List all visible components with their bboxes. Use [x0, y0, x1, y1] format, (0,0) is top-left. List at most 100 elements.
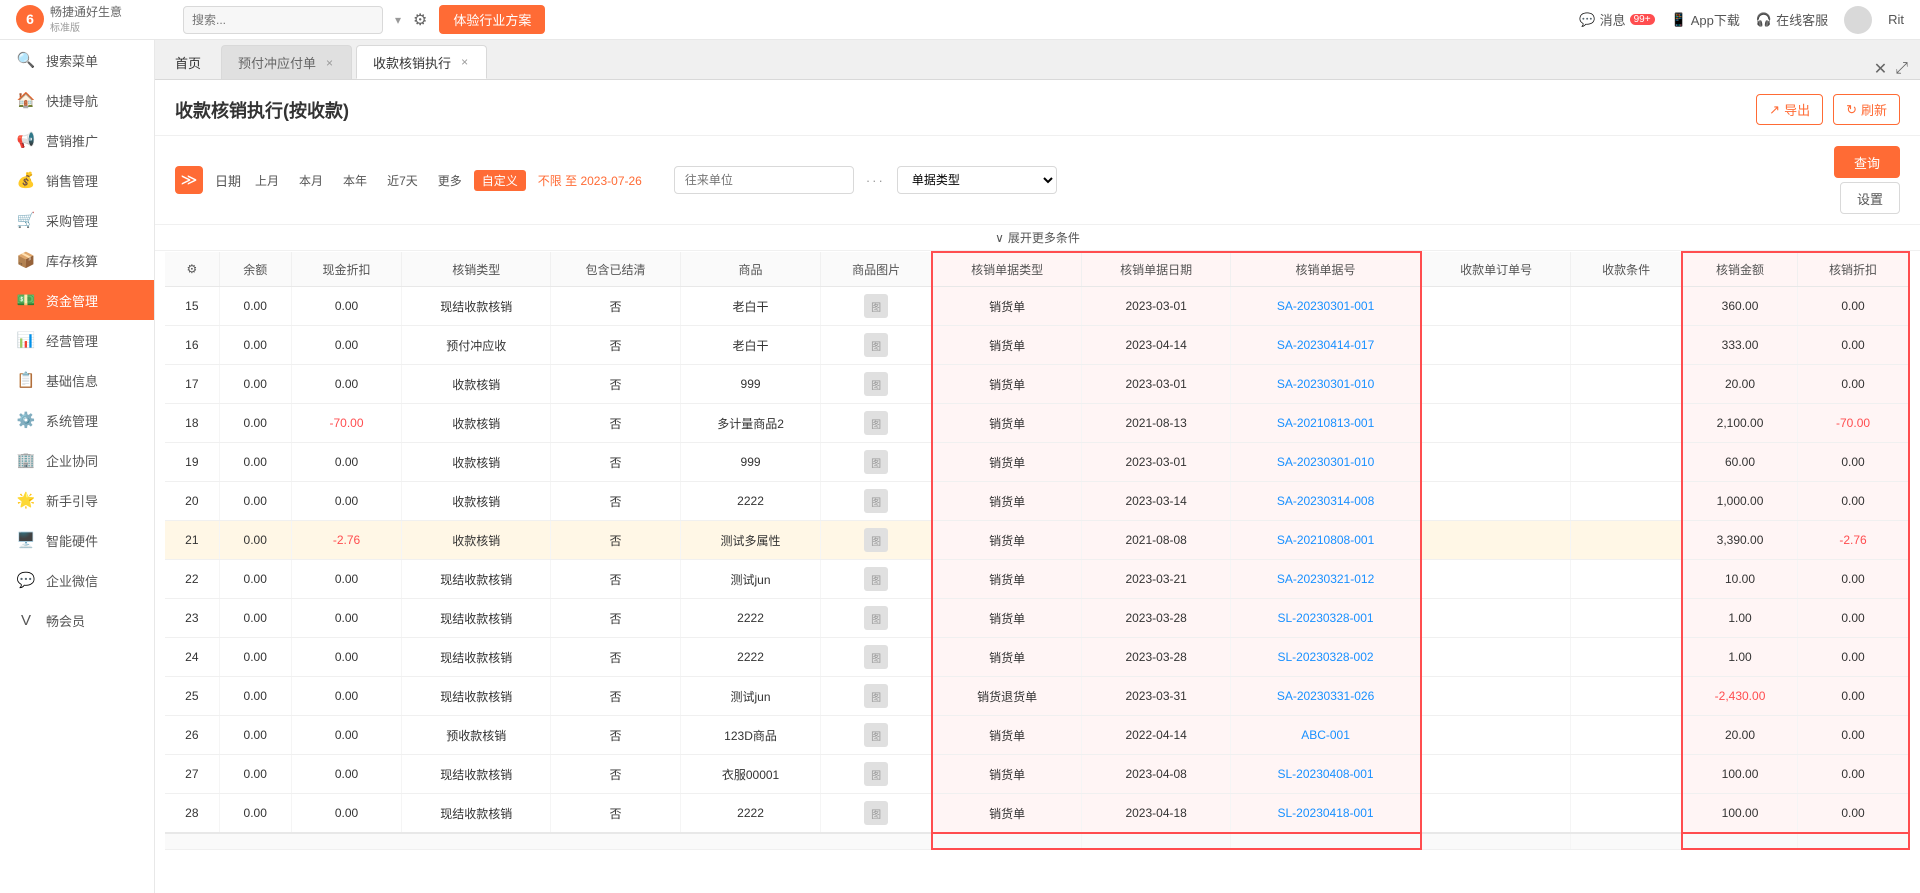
cancel-bill-link[interactable]: SA-20230414-017: [1277, 338, 1374, 352]
query-button[interactable]: 查询: [1834, 146, 1900, 178]
sidebar-item-sales[interactable]: 💰销售管理: [0, 160, 154, 200]
date-tab-7days[interactable]: 近7天: [379, 170, 426, 191]
top-bar: 6 畅捷通好生意 标准版 ▾ ⚙ 体验行业方案 💬 消息 99+ 📱 App下载…: [0, 0, 1920, 40]
table-row: 26 0.00 0.00 预收款核销 否 123D商品 图 销货单 2022-0…: [165, 716, 1909, 755]
sidebar-system-icon: ⚙️: [16, 410, 36, 430]
user-avatar[interactable]: [1844, 6, 1872, 34]
export-button[interactable]: ↗ 导出: [1756, 94, 1823, 125]
sidebar-item-enterprise[interactable]: 🏢企业协同: [0, 440, 154, 480]
sidebar-item-guide[interactable]: 🌟新手引导: [0, 480, 154, 520]
row-cancel-discount: 0.00: [1798, 599, 1909, 638]
online-service-item[interactable]: 🎧 在线客服: [1756, 10, 1828, 29]
sidebar-operations-icon: 📊: [16, 330, 36, 350]
tab-prepay[interactable]: 预付冲应付单 ×: [221, 45, 352, 79]
filter-settings-button[interactable]: 设置: [1840, 182, 1900, 214]
sidebar-item-search[interactable]: 🔍搜索菜单: [0, 40, 154, 80]
table-row: 21 0.00 -2.76 收款核销 否 测试多属性 图 销货单 2021-08…: [165, 521, 1909, 560]
refresh-button[interactable]: ↻ 刷新: [1833, 94, 1900, 125]
row-cancel-type: 现结收款核销: [402, 560, 551, 599]
cancel-bill-link[interactable]: SA-20230301-001: [1277, 299, 1374, 313]
date-tab-more[interactable]: 更多: [430, 170, 470, 191]
table-area[interactable]: ⚙ 余额 现金折扣 核销类型 包含已结清 商品 商品图片 核销单据类型 核销单据…: [155, 251, 1920, 893]
date-tab-this-month[interactable]: 本月: [291, 170, 331, 191]
row-cash-discount: 0.00: [291, 287, 401, 326]
row-cancel-amount: 20.00: [1682, 716, 1798, 755]
sidebar-search-label: 搜索菜单: [46, 51, 98, 70]
row-num: 15: [165, 287, 219, 326]
tab-prepay-close[interactable]: ×: [324, 54, 335, 72]
cancel-bill-link[interactable]: SA-20230301-010: [1277, 377, 1374, 391]
cancel-bill-link[interactable]: SA-20230321-012: [1277, 572, 1374, 586]
sidebar-item-inventory[interactable]: 📦库存核算: [0, 240, 154, 280]
bill-type-select[interactable]: 单据类型: [897, 166, 1057, 194]
sidebar-item-hardware[interactable]: 🖥️智能硬件: [0, 520, 154, 560]
industry-button[interactable]: 体验行业方案: [439, 5, 545, 34]
date-tab-last-month[interactable]: 上月: [247, 170, 287, 191]
row-cancel-discount: 0.00: [1798, 677, 1909, 716]
row-cash-discount: 0.00: [291, 443, 401, 482]
settings-gear-icon[interactable]: ⚙: [413, 10, 427, 30]
page-title: 收款核销执行(按收款): [175, 97, 349, 123]
messages-item[interactable]: 💬 消息 99+: [1579, 10, 1654, 29]
sidebar-guide-icon: 🌟: [16, 490, 36, 510]
top-search-input[interactable]: [183, 6, 383, 34]
date-tab-this-year[interactable]: 本年: [335, 170, 375, 191]
row-balance: 0.00: [219, 482, 291, 521]
table-row: 22 0.00 0.00 现结收款核销 否 测试jun 图 销货单 2023-0…: [165, 560, 1909, 599]
date-tab-custom[interactable]: 自定义: [474, 170, 526, 191]
th-settings[interactable]: ⚙: [165, 252, 219, 287]
th-include-settled: 包含已结清: [551, 252, 681, 287]
expand-more-button[interactable]: ∨ 展开更多条件: [995, 229, 1080, 246]
row-receipt-condition: [1571, 365, 1682, 404]
cancel-bill-link[interactable]: SL-20230328-001: [1278, 611, 1374, 625]
row-receipt-condition: [1571, 755, 1682, 794]
footer-receipt-order-no: [1421, 833, 1571, 849]
sidebar-item-member[interactable]: V畅会员: [0, 600, 154, 640]
row-balance: 0.00: [219, 365, 291, 404]
maximize-icon[interactable]: ⤢: [1895, 60, 1908, 78]
row-cancel-amount: 360.00: [1682, 287, 1798, 326]
row-cancel-type: 现结收款核销: [402, 677, 551, 716]
table-footer-row: [165, 833, 1909, 849]
close-window-icon[interactable]: ✕: [1874, 59, 1887, 79]
row-cancel-amount: 3,390.00: [1682, 521, 1798, 560]
row-cancel-bill-no: SA-20230301-001: [1231, 287, 1421, 326]
cancel-bill-link[interactable]: ABC-001: [1301, 728, 1350, 742]
counterpart-input[interactable]: [674, 166, 854, 194]
sidebar-item-purchase[interactable]: 🛒采购管理: [0, 200, 154, 240]
cancel-bill-link[interactable]: SA-20230314-008: [1277, 494, 1374, 508]
table-row: 19 0.00 0.00 收款核销 否 999 图 销货单 2023-03-01…: [165, 443, 1909, 482]
app-download-item[interactable]: 📱 App下载: [1671, 10, 1740, 29]
row-cancel-amount: 1,000.00: [1682, 482, 1798, 521]
cancel-bill-link[interactable]: SL-20230408-001: [1278, 767, 1374, 781]
row-cancel-discount: 0.00: [1798, 443, 1909, 482]
sidebar-item-operations[interactable]: 📊经营管理: [0, 320, 154, 360]
sidebar-item-marketing[interactable]: 📢营销推广: [0, 120, 154, 160]
sidebar-item-base[interactable]: 📋基础信息: [0, 360, 154, 400]
cancel-bill-link[interactable]: SL-20230418-001: [1278, 806, 1374, 820]
row-cancel-amount: 100.00: [1682, 755, 1798, 794]
row-cancel-bill-type: 销货单: [932, 638, 1082, 677]
row-num: 18: [165, 404, 219, 443]
date-filter: 日期 上月 本月 本年 近7天 更多 自定义: [215, 170, 526, 191]
row-receipt-condition: [1571, 560, 1682, 599]
row-receipt-order-no: [1421, 794, 1571, 834]
cancel-bill-link[interactable]: SL-20230328-002: [1278, 650, 1374, 664]
sidebar-item-fund[interactable]: 💵资金管理: [0, 280, 154, 320]
row-include-settled: 否: [551, 404, 681, 443]
cancel-bill-link[interactable]: SA-20230331-026: [1277, 689, 1374, 703]
row-cancel-amount: 2,100.00: [1682, 404, 1798, 443]
cancel-bill-link[interactable]: SA-20230301-010: [1277, 455, 1374, 469]
cancel-bill-link[interactable]: SA-20210808-001: [1277, 533, 1374, 547]
collapse-button[interactable]: ≫: [175, 166, 203, 194]
tab-home[interactable]: 首页: [159, 45, 217, 79]
tab-receipt-close[interactable]: ×: [459, 53, 470, 71]
dropdown-arrow-icon[interactable]: ▾: [395, 13, 401, 27]
row-goods: 2222: [680, 794, 820, 834]
row-cancel-bill-no: SL-20230408-001: [1231, 755, 1421, 794]
sidebar-item-system[interactable]: ⚙️系统管理: [0, 400, 154, 440]
cancel-bill-link[interactable]: SA-20210813-001: [1277, 416, 1374, 430]
sidebar-item-wechat[interactable]: 💬企业微信: [0, 560, 154, 600]
tab-receipt[interactable]: 收款核销执行 ×: [356, 45, 487, 79]
sidebar-item-quicknav[interactable]: 🏠快捷导航: [0, 80, 154, 120]
